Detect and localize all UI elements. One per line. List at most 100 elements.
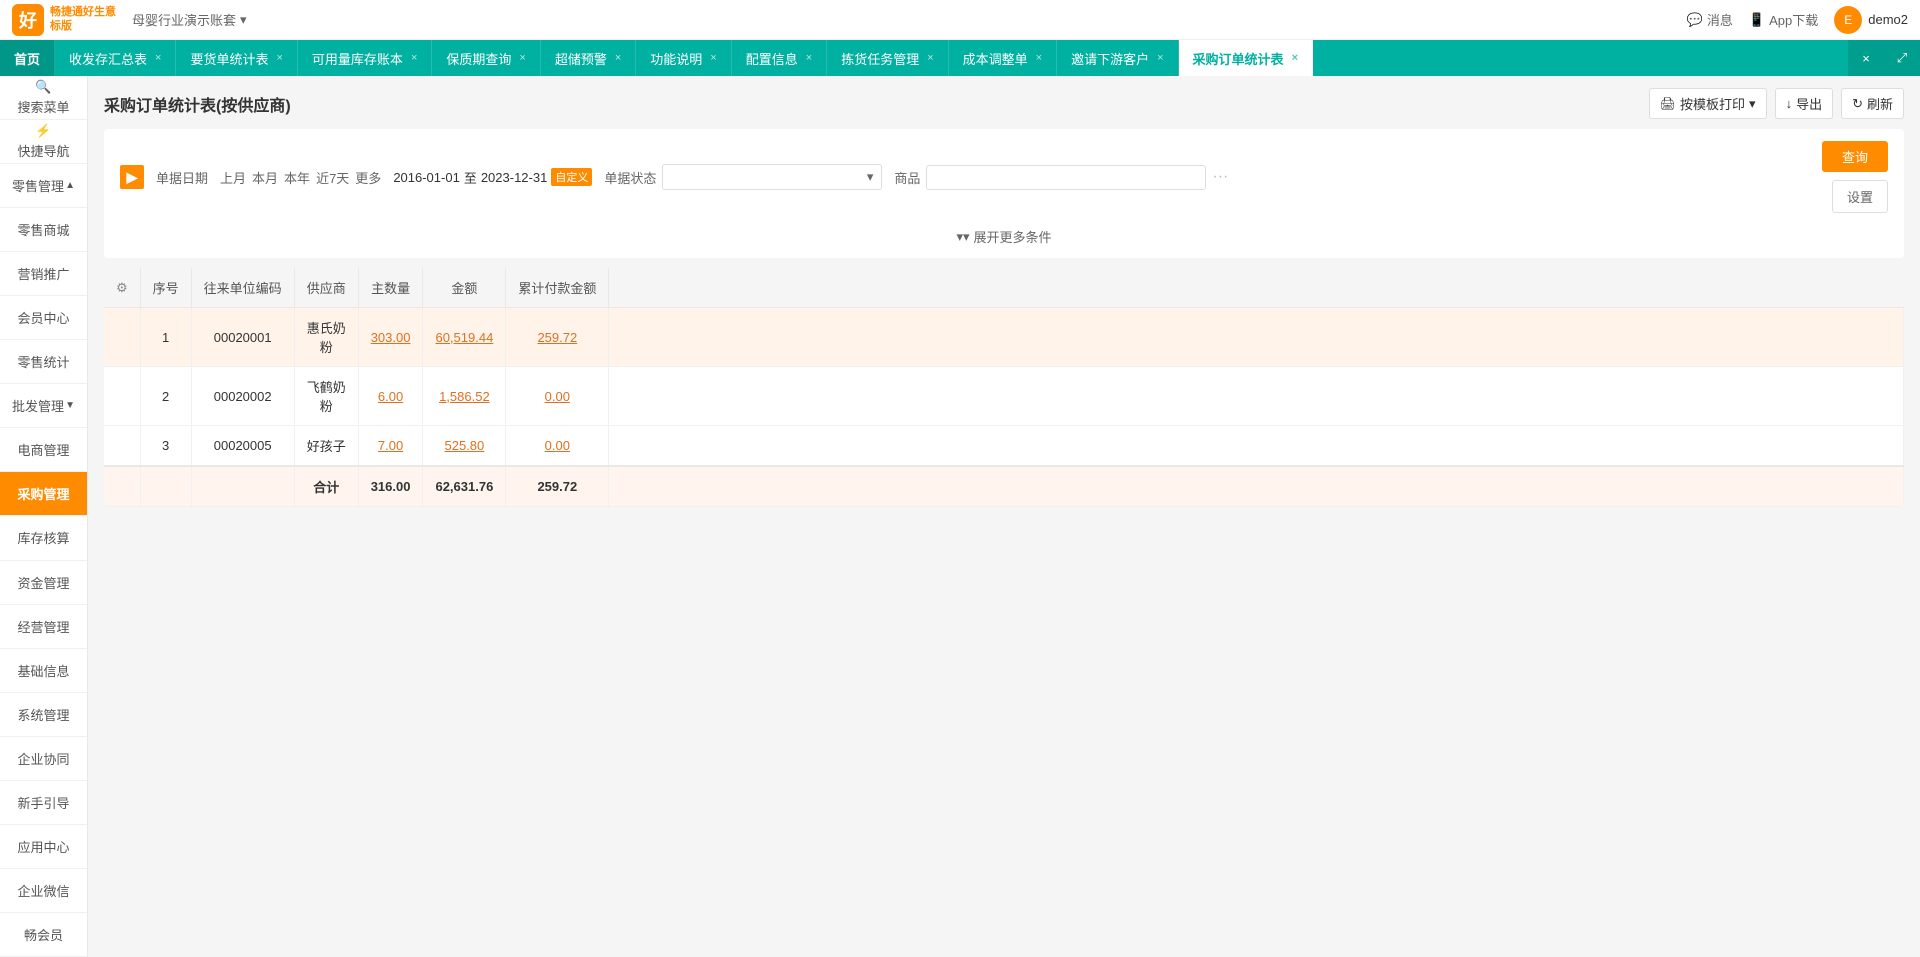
tab-home[interactable]: 首页 (0, 40, 55, 76)
td-quantity-2[interactable]: 6.00 (358, 367, 423, 426)
sidebar-item-operations[interactable]: 经营管理 (0, 605, 87, 649)
tab-keyongliang[interactable]: 可用量库存账本 × (298, 40, 432, 76)
sidebar-item-appcenter[interactable]: 应用中心 (0, 825, 87, 869)
sidebar-item-member[interactable]: 会员中心 (0, 296, 87, 340)
tab-close-chengben[interactable]: × (1036, 52, 1042, 64)
message-button[interactable]: 💬 消息 (1687, 10, 1733, 29)
avatar: E (1834, 6, 1862, 34)
tab-close-peizhi[interactable]: × (806, 52, 812, 64)
tab-shoufafahui[interactable]: 收发存汇总表 × (55, 40, 176, 76)
date-shortcut-more[interactable]: 更多 (355, 168, 381, 187)
sidebar-item-weixin[interactable]: 企业微信 (0, 869, 87, 913)
tab-close-caigou[interactable]: × (1292, 52, 1298, 64)
table-footer: 合计 316.00 62,631.76 259.72 (104, 466, 1904, 507)
th-supplier-code: 往来单位编码 (191, 268, 294, 308)
tab-yaoqing[interactable]: 邀请下游客户 × (1057, 40, 1178, 76)
th-no: 序号 (140, 268, 191, 308)
tab-close-shoufafahui[interactable]: × (155, 52, 161, 64)
sidebar-item-basic[interactable]: 基础信息 (0, 649, 87, 693)
table-footer-row: 合计 316.00 62,631.76 259.72 (104, 466, 1904, 507)
date-shortcuts: 上月 本月 本年 近7天 更多 (220, 168, 381, 187)
user-area[interactable]: E demo2 (1834, 6, 1908, 34)
template-print-button[interactable]: 🖨 按模板打印 ▾ (1649, 88, 1767, 119)
tab-close-baozhi[interactable]: × (519, 52, 525, 64)
sidebar-item-retail-stat[interactable]: 零售统计 (0, 340, 87, 384)
sidebar-item-ecommerce[interactable]: 电商管理 (0, 428, 87, 472)
sidebar-item-inventory[interactable]: 库存核算 (0, 516, 87, 560)
sidebar-item-enterprise[interactable]: 企业协同 (0, 737, 87, 781)
content-area: 采购订单统计表(按供应商) 🖨 按模板打印 ▾ ↓ 导出 ↻ 刷新 (88, 76, 1920, 957)
th-settings[interactable]: ⚙ (104, 268, 140, 308)
tab-baozhi[interactable]: 保质期查询 × (432, 40, 540, 76)
refresh-button[interactable]: ↻ 刷新 (1841, 88, 1904, 119)
td-paid-3[interactable]: 0.00 (506, 426, 609, 467)
tab-yaohuo[interactable]: 要货单统计表 × (176, 40, 297, 76)
nav-expand-button[interactable]: ⤢ (1884, 40, 1920, 76)
tab-close-keyongliang[interactable]: × (411, 52, 417, 64)
query-buttons: 查询 设置 (1822, 141, 1888, 213)
tab-close-yaoqing[interactable]: × (1157, 52, 1163, 64)
sidebar-item-marketing[interactable]: 营销推广 (0, 252, 87, 296)
tab-close-yaohuo[interactable]: × (276, 52, 282, 64)
logo-area: 好 畅捷通好生意 标版 (12, 4, 116, 36)
td-supplier-name-3: 好孩子 (294, 426, 358, 467)
tab-peizhi[interactable]: 配置信息 × (732, 40, 827, 76)
tab-close-chaochu[interactable]: × (615, 52, 621, 64)
filter-toggle-button[interactable]: ▶ (120, 165, 144, 189)
td-amount-2[interactable]: 1,586.52 (423, 367, 506, 426)
app-download-button[interactable]: 📱 App下载 (1749, 10, 1818, 29)
td-supplier-code-3: 00020005 (191, 426, 294, 467)
tab-chaochu[interactable]: 超储预警 × (541, 40, 636, 76)
setting-button[interactable]: 设置 (1832, 180, 1888, 213)
tab-chengben[interactable]: 成本调整单 × (949, 40, 1057, 76)
tfoot-amount: 62,631.76 (423, 466, 506, 507)
tab-pihuo[interactable]: 拣货任务管理 × (827, 40, 948, 76)
export-button[interactable]: ↓ 导出 (1775, 88, 1834, 119)
tab-close-pihuo[interactable]: × (927, 52, 933, 64)
date-shortcut-this-year[interactable]: 本年 (284, 168, 310, 187)
query-button[interactable]: 查询 (1822, 141, 1888, 172)
td-supplier-code-2: 00020002 (191, 367, 294, 426)
nav-close-button[interactable]: × (1848, 40, 1884, 76)
sidebar-item-search[interactable]: 🔍 搜索菜单 (0, 76, 87, 120)
expand-row: ▾▾ 展开更多条件 (120, 221, 1888, 246)
td-paid-1[interactable]: 259.72 (506, 308, 609, 367)
sidebar-item-finance[interactable]: 资金管理 (0, 561, 87, 605)
td-paid-2[interactable]: 0.00 (506, 367, 609, 426)
td-amount-1[interactable]: 60,519.44 (423, 308, 506, 367)
status-select[interactable]: ▾ (662, 164, 882, 190)
data-table: ⚙ 序号 往来单位编码 供应商 主数量 金额 累计付款金额 1 (104, 268, 1904, 507)
tab-caigou[interactable]: 采购订单统计表 × (1179, 40, 1313, 76)
sidebar-item-newguide[interactable]: 新手引导 (0, 781, 87, 825)
td-no-3: 3 (140, 426, 191, 467)
sidebar-item-quick[interactable]: ⚡ 快捷导航 (0, 120, 87, 164)
top-bar-left: 好 畅捷通好生意 标版 母婴行业演示账套 ▾ (12, 4, 255, 36)
sidebar-item-retail[interactable]: 零售管理 ▲ (0, 164, 87, 208)
sidebar-item-member2[interactable]: 畅会员 (0, 913, 87, 957)
sidebar-item-retail-mall[interactable]: 零售商城 (0, 208, 87, 252)
goods-input[interactable] (926, 165, 1206, 190)
td-no-2: 2 (140, 367, 191, 426)
gear-icon[interactable]: ⚙ (116, 280, 128, 295)
nav-tabs-end: × ⤢ (1848, 40, 1920, 76)
sidebar-item-system[interactable]: 系统管理 (0, 693, 87, 737)
td-amount-3[interactable]: 525.80 (423, 426, 506, 467)
tab-gongneng[interactable]: 功能说明 × (636, 40, 731, 76)
td-settings-2 (104, 367, 140, 426)
table-row: 3 00020005 好孩子 7.00 525.80 0.00 (104, 426, 1904, 467)
quick-icon: ⚡ (35, 123, 51, 139)
date-shortcut-this-month[interactable]: 本月 (252, 168, 278, 187)
td-quantity-3[interactable]: 7.00 (358, 426, 423, 467)
filter-row-1: ▶ 单据日期 上月 本月 本年 近7天 更多 2016-01-01 至 2023… (120, 141, 1888, 213)
date-shortcut-7days[interactable]: 近7天 (316, 168, 349, 187)
date-shortcut-last-month[interactable]: 上月 (220, 168, 246, 187)
goods-more-icon[interactable]: ··· (1212, 168, 1228, 186)
workspace-select[interactable]: 母婴行业演示账套 ▾ (124, 10, 255, 29)
tab-close-gongneng[interactable]: × (710, 52, 716, 64)
expand-more-button[interactable]: ▾▾ 展开更多条件 (956, 221, 1051, 246)
top-bar-right: 💬 消息 📱 App下载 E demo2 (1687, 6, 1908, 34)
sidebar-item-purchase[interactable]: 采购管理 (0, 472, 87, 516)
td-quantity-1[interactable]: 303.00 (358, 308, 423, 367)
td-empty-1 (609, 308, 1904, 367)
sidebar-item-wholesale[interactable]: 批发管理 ▼ (0, 384, 87, 428)
